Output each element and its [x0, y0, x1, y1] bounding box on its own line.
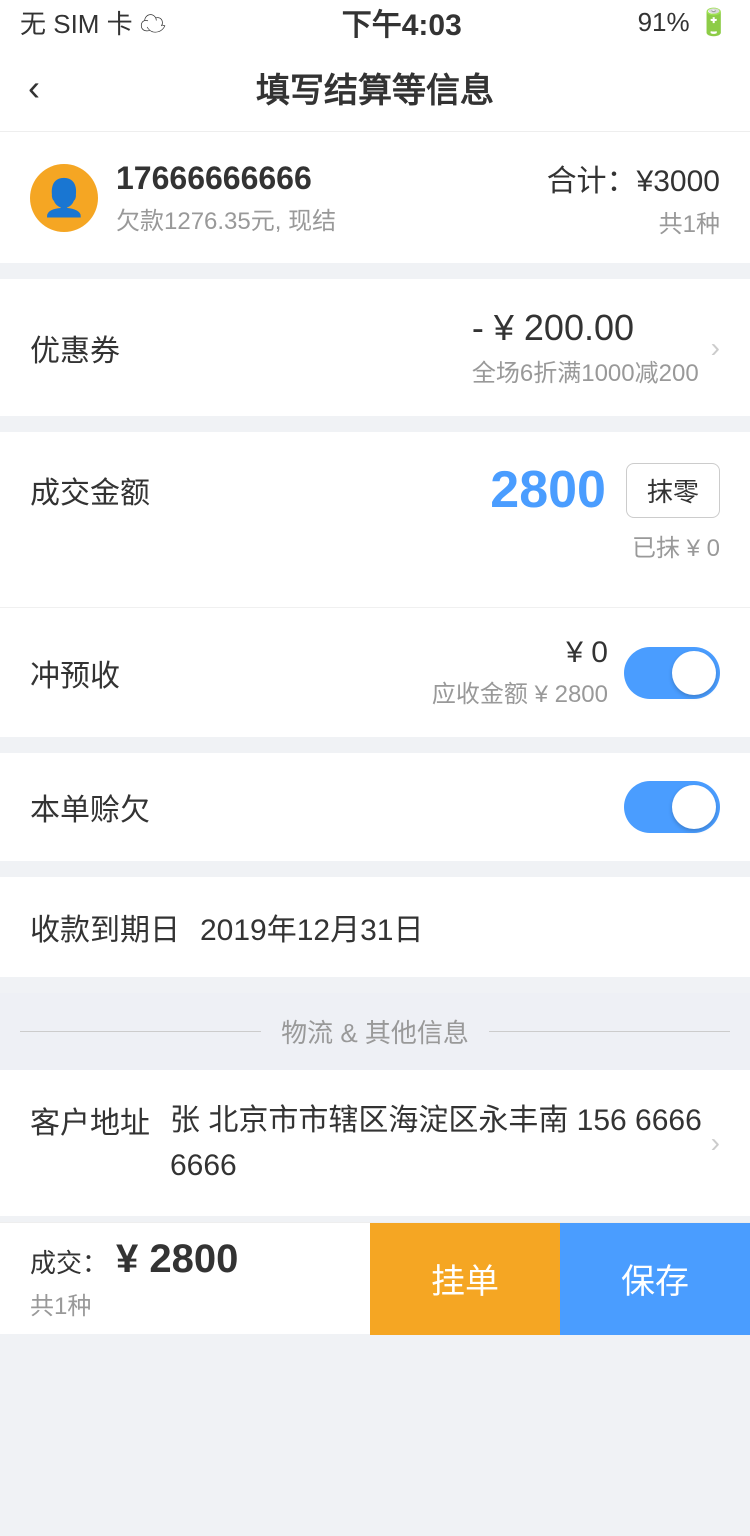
status-bar: 无 SIM 卡 ☁ 下午4:03 91% 🔋 — [0, 0, 750, 44]
avatar-icon: 👤 — [42, 177, 87, 219]
address-chevron-icon: › — [711, 1127, 720, 1159]
battery-icon: 🔋 — [698, 7, 730, 38]
deal-label: 成交金额 — [30, 468, 150, 512]
bottom-deal-count: 共1种 — [30, 1286, 340, 1321]
coupon-value: - ¥ 200.00 — [472, 307, 699, 349]
customer-sub-info: 欠款1276.35元, 现结 — [116, 201, 336, 236]
arrears-label: 本单赊欠 — [30, 785, 150, 829]
precollect-right: ¥ 0 应收金额 ¥ 2800 — [432, 636, 720, 709]
coupon-right: - ¥ 200.00 全场6折满1000减200 › — [472, 307, 720, 388]
save-button[interactable]: 保存 — [560, 1223, 750, 1335]
address-value: 张 北京市市辖区海淀区永丰南 156 6666 6666 — [170, 1098, 711, 1188]
logistics-divider-text: 物流 & 其他信息 — [281, 1013, 469, 1050]
customer-right: 合计：¥3000 共1种 — [547, 156, 720, 239]
duedate-row: 收款到期日 2019年12月31日 — [30, 905, 720, 949]
coupon-card: 优惠券 - ¥ 200.00 全场6折满1000减200 › — [0, 279, 750, 416]
coupon-row[interactable]: 优惠券 - ¥ 200.00 全场6折满1000减200 › — [0, 279, 750, 416]
customer-info: 17666666666 欠款1276.35元, 现结 — [116, 160, 336, 236]
precollect-label: 冲预收 — [30, 651, 120, 695]
status-left: 无 SIM 卡 ☁ — [20, 4, 166, 41]
precollect-sub: 应收金额 ¥ 2800 — [432, 674, 608, 709]
nav-bar: ‹ 填写结算等信息 — [0, 44, 750, 132]
arrears-section: 本单赊欠 — [0, 753, 750, 861]
battery-text: 91% — [638, 7, 690, 38]
bottom-bar: 成交： ¥ 2800 共1种 挂单 保存 — [0, 1222, 750, 1334]
deal-right: 2800 抹零 — [490, 460, 720, 520]
hang-button-label: 挂单 — [431, 1254, 499, 1303]
precollect-row: 冲预收 ¥ 0 应收金额 ¥ 2800 — [30, 636, 720, 709]
divider-line-right — [489, 1031, 730, 1032]
page-title: 填写结算等信息 — [256, 63, 494, 112]
signal-text: 无 SIM 卡 ☁ — [20, 4, 166, 41]
save-button-label: 保存 — [621, 1254, 689, 1303]
arrears-toggle[interactable] — [624, 781, 720, 833]
bottom-summary-top: 成交： ¥ 2800 — [30, 1237, 340, 1282]
divider-line-left — [20, 1031, 261, 1032]
deal-section: 成交金额 2800 抹零 已抹 ¥ 0 — [0, 432, 750, 591]
deal-card: 成交金额 2800 抹零 已抹 ¥ 0 冲预收 ¥ 0 应收金额 ¥ 2800 — [0, 432, 750, 737]
duedate-label: 收款到期日 — [30, 905, 180, 949]
coupon-value-block: - ¥ 200.00 全场6折满1000减200 — [472, 307, 699, 388]
arrears-toggle-knob — [672, 785, 716, 829]
total-count: 共1种 — [547, 204, 720, 239]
address-label: 客户地址 — [30, 1098, 150, 1142]
total-amount: 合计：¥3000 — [547, 156, 720, 200]
avatar: 👤 — [30, 164, 98, 232]
coupon-sub: 全场6折满1000减200 — [472, 353, 699, 388]
duedate-value: 2019年12月31日 — [200, 905, 423, 949]
bottom-summary: 成交： ¥ 2800 共1种 — [0, 1237, 370, 1321]
coupon-label: 优惠券 — [30, 326, 120, 370]
toggle-knob — [672, 651, 716, 695]
customer-phone: 17666666666 — [116, 160, 336, 197]
bottom-deal-amount: ¥ 2800 — [116, 1237, 238, 1282]
bottom-deal-label: 成交： — [30, 1243, 108, 1280]
back-button[interactable]: ‹ — [28, 67, 40, 109]
deal-amount: 2800 — [490, 460, 606, 520]
precollect-toggle[interactable] — [624, 647, 720, 699]
status-time: 下午4:03 — [342, 0, 462, 44]
hang-button[interactable]: 挂单 — [370, 1223, 560, 1335]
customer-left: 👤 17666666666 欠款1276.35元, 现结 — [30, 160, 336, 236]
precollect-value-block: ¥ 0 应收金额 ¥ 2800 — [432, 636, 608, 709]
coupon-chevron-icon: › — [711, 332, 720, 364]
customer-row: 👤 17666666666 欠款1276.35元, 现结 合计：¥3000 共1… — [0, 132, 750, 263]
deal-sub: 已抹 ¥ 0 — [30, 528, 720, 563]
status-right: 91% 🔋 — [638, 7, 730, 38]
round-button[interactable]: 抹零 — [626, 463, 720, 518]
deal-row: 成交金额 2800 抹零 — [30, 460, 720, 520]
precollect-value: ¥ 0 — [432, 636, 608, 670]
logistics-divider: 物流 & 其他信息 — [0, 993, 750, 1070]
precollect-section: 冲预收 ¥ 0 应收金额 ¥ 2800 — [0, 607, 750, 737]
duedate-section: 收款到期日 2019年12月31日 — [0, 877, 750, 977]
address-section[interactable]: 客户地址 张 北京市市辖区海淀区永丰南 156 6666 6666 › — [0, 1070, 750, 1216]
